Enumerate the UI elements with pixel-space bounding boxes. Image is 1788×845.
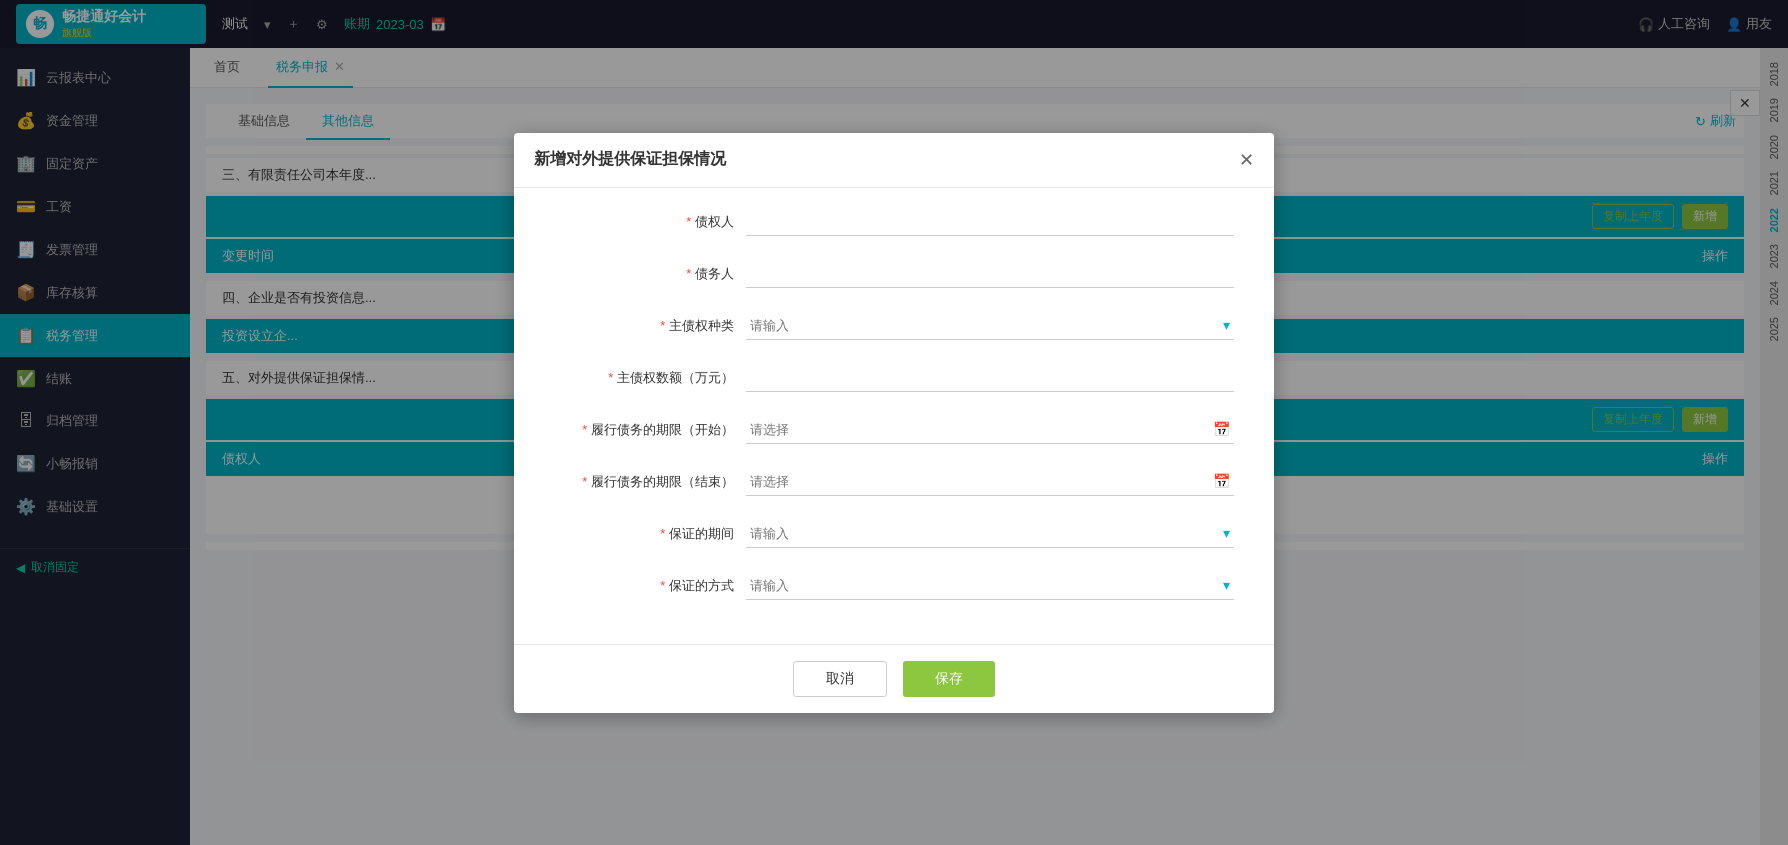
select-guarantee-period[interactable]: ▾: [746, 520, 1234, 548]
label-guarantee-method: * 保证的方式: [554, 577, 734, 595]
dialog-header: 新增对外提供保证担保情况 ✕: [514, 133, 1274, 188]
select-claim-type[interactable]: ▾: [746, 312, 1234, 340]
save-button[interactable]: 保存: [903, 661, 995, 697]
modal-overlay: 新增对外提供保证担保情况 ✕ * 债权人 * 债务人: [0, 0, 1788, 845]
input-claim-amount[interactable]: [746, 364, 1234, 392]
dialog-footer: 取消 保存: [514, 644, 1274, 713]
label-guarantee-period: * 保证的期间: [554, 525, 734, 543]
dialog: 新增对外提供保证担保情况 ✕ * 债权人 * 债务人: [514, 133, 1274, 713]
label-claim-amount: * 主债权数额（万元）: [554, 369, 734, 387]
chevron-down-method-icon: ▾: [1219, 577, 1234, 593]
calendar-start-icon[interactable]: 📅: [1209, 421, 1234, 437]
dialog-close-btn[interactable]: ✕: [1239, 149, 1254, 171]
label-period-end: * 履行债务的期限（结束）: [554, 473, 734, 491]
chevron-down-icon: ▾: [1219, 317, 1234, 333]
input-debtor[interactable]: [746, 260, 1234, 288]
input-creditor[interactable]: [746, 208, 1234, 236]
form-row-claim-type: * 主债权种类 ▾: [554, 312, 1234, 340]
form-row-creditor: * 债权人: [554, 208, 1234, 236]
select-guarantee-method[interactable]: ▾: [746, 572, 1234, 600]
input-period-end[interactable]: [746, 468, 1209, 495]
form-row-debtor: * 债务人: [554, 260, 1234, 288]
date-period-end[interactable]: 📅: [746, 468, 1234, 496]
calendar-end-icon[interactable]: 📅: [1209, 473, 1234, 489]
input-claim-type[interactable]: [746, 312, 1219, 339]
label-claim-type: * 主债权种类: [554, 317, 734, 335]
label-debtor: * 债务人: [554, 265, 734, 283]
cancel-button[interactable]: 取消: [793, 661, 887, 697]
form-row-guarantee-period: * 保证的期间 ▾: [554, 520, 1234, 548]
input-guarantee-period[interactable]: [746, 520, 1219, 547]
date-period-start[interactable]: 📅: [746, 416, 1234, 444]
label-period-start: * 履行债务的期限（开始）: [554, 421, 734, 439]
form-row-claim-amount: * 主债权数额（万元）: [554, 364, 1234, 392]
dialog-title: 新增对外提供保证担保情况: [534, 149, 726, 170]
dialog-body: * 债权人 * 债务人 * 主债权种类: [514, 188, 1274, 644]
input-guarantee-method[interactable]: [746, 572, 1219, 599]
chevron-down-period-icon: ▾: [1219, 525, 1234, 541]
label-creditor: * 债权人: [554, 213, 734, 231]
input-period-start[interactable]: [746, 416, 1209, 443]
form-row-period-start: * 履行债务的期限（开始） 📅: [554, 416, 1234, 444]
form-row-period-end: * 履行债务的期限（结束） 📅: [554, 468, 1234, 496]
form-row-guarantee-method: * 保证的方式 ▾: [554, 572, 1234, 600]
